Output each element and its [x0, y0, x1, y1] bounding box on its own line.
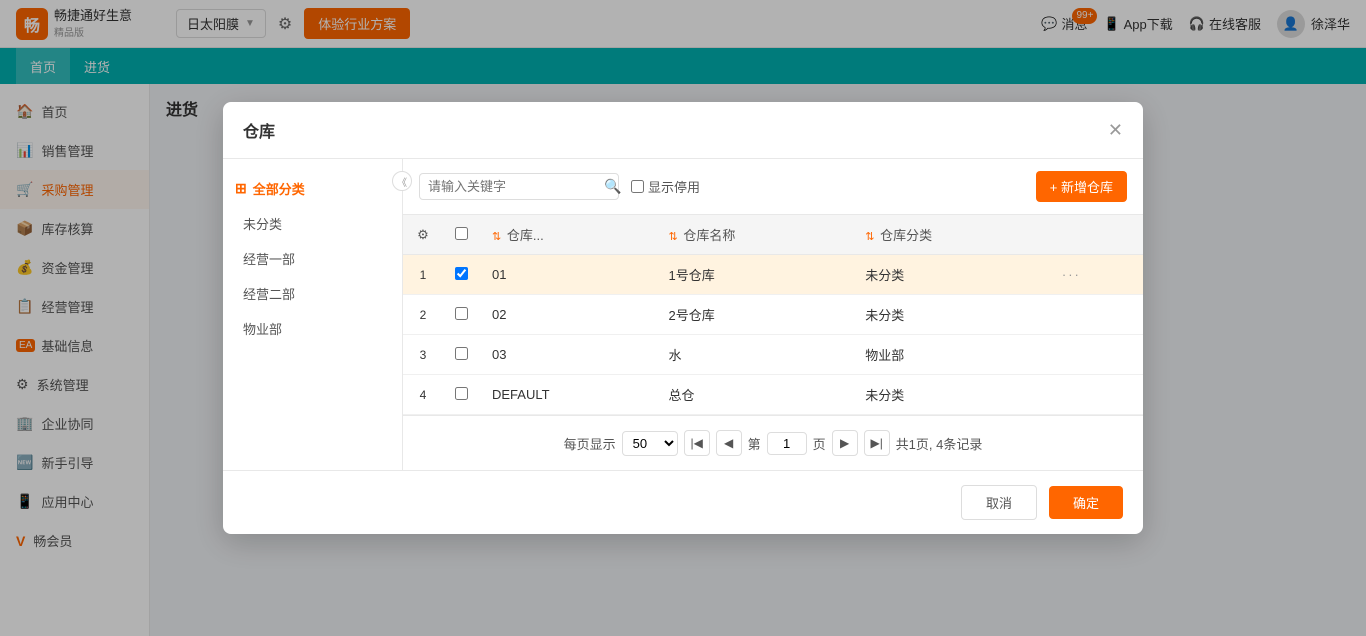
last-page-button[interactable]: ▶| — [864, 430, 890, 456]
category-item-property[interactable]: 物业部 — [223, 311, 402, 346]
table-toolbar: 🔍 显示停用 + 新增仓库 — [403, 159, 1143, 215]
add-warehouse-button[interactable]: + 新增仓库 — [1036, 171, 1127, 202]
dialog-title: 仓库 — [243, 118, 275, 142]
dialog-close-button[interactable]: ✕ — [1108, 120, 1123, 141]
table-row[interactable]: 2 02 2号仓库 未分类 — [403, 295, 1143, 335]
search-icon: 🔍 — [604, 178, 621, 195]
row-index: 3 — [403, 335, 443, 375]
confirm-button[interactable]: 确定 — [1049, 486, 1123, 519]
category-item-unclassified[interactable]: 未分类 — [223, 206, 402, 241]
th-name: ⇅ 仓库名称 — [657, 215, 854, 255]
table-panel: 🔍 显示停用 + 新增仓库 ⚙ — [403, 159, 1143, 470]
table-scroll: ⚙ ⇅ 仓库... ⇅ — [403, 215, 1143, 415]
row-category: 物业部 — [853, 335, 1050, 375]
row-name: 水 — [657, 335, 854, 375]
row-checkbox[interactable] — [443, 335, 480, 375]
row-index: 4 — [403, 375, 443, 415]
row-more[interactable] — [1050, 375, 1143, 415]
dialog-header: 仓库 ✕ — [223, 102, 1143, 159]
th-actions — [1050, 215, 1143, 255]
category-all[interactable]: ⊞ 全部分类 — [223, 171, 402, 206]
row-code: 01 — [480, 255, 657, 295]
per-page-select[interactable]: 50 100 — [622, 431, 678, 456]
th-code: ⇅ 仓库... — [480, 215, 657, 255]
show-disabled-checkbox[interactable] — [631, 180, 644, 193]
row-checkbox[interactable] — [443, 295, 480, 335]
dialog-footer: 取消 确定 — [223, 470, 1143, 534]
prev-page-button[interactable]: ◀ — [716, 430, 742, 456]
category-panel: ⊞ 全部分类 《 未分类 经营一部 经营二部 物业部 — [223, 159, 403, 470]
show-disabled-label[interactable]: 显示停用 — [631, 177, 700, 196]
table-row[interactable]: 3 03 水 物业部 — [403, 335, 1143, 375]
row-more[interactable] — [1050, 295, 1143, 335]
row-index: 2 — [403, 295, 443, 335]
row-category: 未分类 — [853, 375, 1050, 415]
select-all-checkbox[interactable] — [455, 227, 468, 240]
row-category: 未分类 — [853, 255, 1050, 295]
grid-icon: ⊞ — [235, 180, 247, 197]
row-name: 总仓 — [657, 375, 854, 415]
pagination: 每页显示 50 100 |◀ ◀ 第 页 ▶ ▶| 共1页, 4条记录 — [403, 415, 1143, 470]
th-category: ⇅ 仓库分类 — [853, 215, 1050, 255]
row-checkbox[interactable] — [443, 255, 480, 295]
category-item-ops1[interactable]: 经营一部 — [223, 241, 402, 276]
dialog-overlay: 仓库 ✕ ⊞ 全部分类 《 未分类 经营一部 经营二部 物业部 — [0, 0, 1366, 636]
row-more[interactable] — [1050, 335, 1143, 375]
row-code: DEFAULT — [480, 375, 657, 415]
th-settings: ⚙ — [403, 215, 443, 255]
search-wrap: 🔍 — [419, 173, 619, 200]
search-input[interactable] — [428, 179, 604, 194]
row-name: 1号仓库 — [657, 255, 854, 295]
row-category: 未分类 — [853, 295, 1050, 335]
warehouse-dialog: 仓库 ✕ ⊞ 全部分类 《 未分类 经营一部 经营二部 物业部 — [223, 102, 1143, 534]
table-row[interactable]: 1 01 1号仓库 未分类 ··· — [403, 255, 1143, 295]
table-row[interactable]: 4 DEFAULT 总仓 未分类 — [403, 375, 1143, 415]
cancel-button[interactable]: 取消 — [961, 485, 1037, 520]
row-code: 02 — [480, 295, 657, 335]
warehouse-table: ⚙ ⇅ 仓库... ⇅ — [403, 215, 1143, 415]
row-name: 2号仓库 — [657, 295, 854, 335]
first-page-button[interactable]: |◀ — [684, 430, 710, 456]
row-checkbox[interactable] — [443, 375, 480, 415]
more-actions-icon[interactable]: ··· — [1062, 267, 1081, 282]
category-item-ops2[interactable]: 经营二部 — [223, 276, 402, 311]
page-number-input[interactable] — [767, 432, 807, 455]
th-checkbox — [443, 215, 480, 255]
row-code: 03 — [480, 335, 657, 375]
next-page-button[interactable]: ▶ — [832, 430, 858, 456]
pagination-summary: 共1页, 4条记录 — [896, 434, 983, 453]
category-collapse-button[interactable]: 《 — [392, 171, 412, 191]
dialog-body: ⊞ 全部分类 《 未分类 经营一部 经营二部 物业部 🔍 — [223, 159, 1143, 470]
row-more[interactable]: ··· — [1050, 255, 1143, 295]
row-index: 1 — [403, 255, 443, 295]
